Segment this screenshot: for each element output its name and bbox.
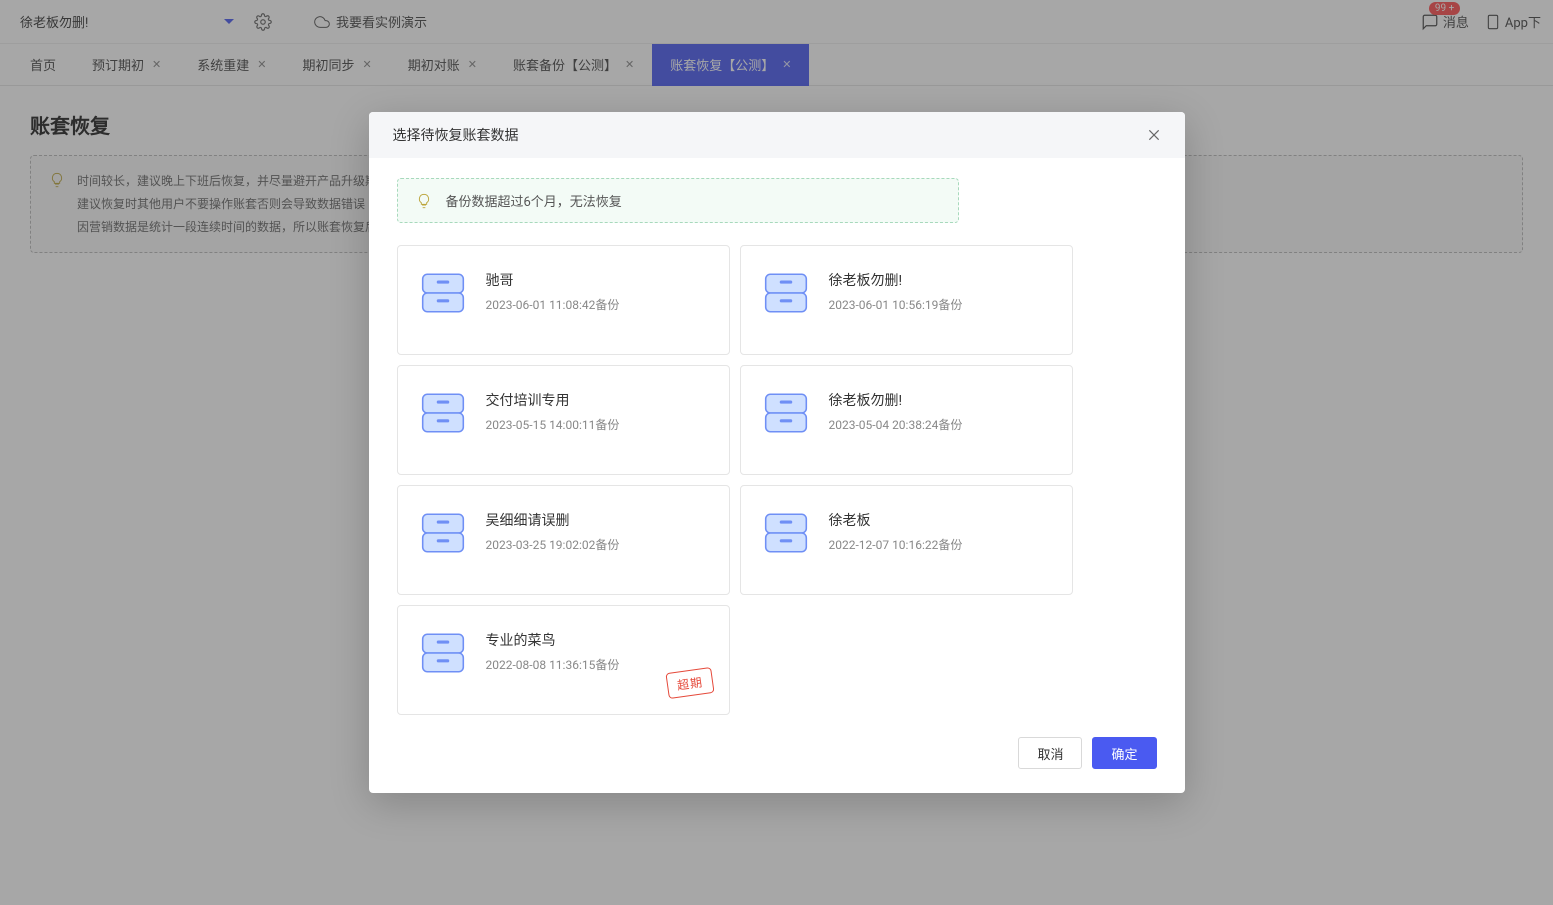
card-subtitle: 2023-05-15 14:00:11备份	[486, 416, 620, 433]
file-cabinet-icon	[418, 388, 468, 438]
card-subtitle: 2023-06-01 10:56:19备份	[829, 296, 963, 313]
modal-overlay: 选择待恢复账套数据 备份数据超过6个月，无法恢复 驰哥 2023-06-01 1…	[0, 0, 1553, 905]
card-subtitle: 2023-06-01 11:08:42备份	[486, 296, 620, 313]
warning-text: 备份数据超过6个月，无法恢复	[446, 191, 622, 210]
card-text: 专业的菜鸟 2022-08-08 11:36:15备份	[486, 628, 620, 692]
expired-stamp: 超期	[665, 667, 714, 699]
cancel-button[interactable]: 取消	[1018, 737, 1082, 769]
file-cabinet-icon	[761, 268, 811, 318]
file-cabinet-icon	[761, 508, 811, 558]
backup-card[interactable]: 驰哥 2023-06-01 11:08:42备份	[397, 245, 730, 355]
lightbulb-icon	[416, 193, 432, 209]
file-cabinet-icon	[418, 628, 468, 678]
backup-cards: 驰哥 2023-06-01 11:08:42备份 徐老板勿删! 2023-06-…	[397, 245, 1157, 715]
dialog-body: 备份数据超过6个月，无法恢复 驰哥 2023-06-01 11:08:42备份 …	[369, 158, 1185, 715]
card-title: 徐老板	[829, 510, 963, 530]
dialog-close-button[interactable]	[1143, 124, 1165, 146]
card-subtitle: 2023-03-25 19:02:02备份	[486, 536, 620, 553]
card-title: 驰哥	[486, 270, 620, 290]
card-text: 徐老板勿删! 2023-06-01 10:56:19备份	[829, 268, 963, 332]
card-text: 徐老板勿删! 2023-05-04 20:38:24备份	[829, 388, 963, 452]
ok-button[interactable]: 确定	[1092, 737, 1156, 769]
card-text: 徐老板 2022-12-07 10:16:22备份	[829, 508, 963, 572]
card-text: 驰哥 2023-06-01 11:08:42备份	[486, 268, 620, 332]
backup-card[interactable]: 徐老板勿删! 2023-05-04 20:38:24备份	[740, 365, 1073, 475]
card-subtitle: 2022-12-07 10:16:22备份	[829, 536, 963, 553]
dialog-footer: 取消 确定	[369, 715, 1185, 769]
card-title: 专业的菜鸟	[486, 630, 620, 650]
card-subtitle: 2022-08-08 11:36:15备份	[486, 656, 620, 673]
select-backup-dialog: 选择待恢复账套数据 备份数据超过6个月，无法恢复 驰哥 2023-06-01 1…	[369, 112, 1185, 793]
backup-card[interactable]: 专业的菜鸟 2022-08-08 11:36:15备份 超期	[397, 605, 730, 715]
card-subtitle: 2023-05-04 20:38:24备份	[829, 416, 963, 433]
file-cabinet-icon	[761, 388, 811, 438]
card-text: 吴细细请误删 2023-03-25 19:02:02备份	[486, 508, 620, 572]
card-title: 徐老板勿删!	[829, 270, 963, 290]
dialog-title: 选择待恢复账套数据	[393, 125, 519, 145]
dialog-header: 选择待恢复账套数据	[369, 112, 1185, 158]
card-title: 交付培训专用	[486, 390, 620, 410]
close-icon	[1147, 128, 1161, 142]
backup-card[interactable]: 交付培训专用 2023-05-15 14:00:11备份	[397, 365, 730, 475]
card-title: 徐老板勿删!	[829, 390, 963, 410]
backup-card[interactable]: 徐老板勿删! 2023-06-01 10:56:19备份	[740, 245, 1073, 355]
backup-card[interactable]: 徐老板 2022-12-07 10:16:22备份	[740, 485, 1073, 595]
card-text: 交付培训专用 2023-05-15 14:00:11备份	[486, 388, 620, 452]
backup-card[interactable]: 吴细细请误删 2023-03-25 19:02:02备份	[397, 485, 730, 595]
warning-box: 备份数据超过6个月，无法恢复	[397, 178, 959, 223]
file-cabinet-icon	[418, 508, 468, 558]
card-title: 吴细细请误删	[486, 510, 620, 530]
file-cabinet-icon	[418, 268, 468, 318]
